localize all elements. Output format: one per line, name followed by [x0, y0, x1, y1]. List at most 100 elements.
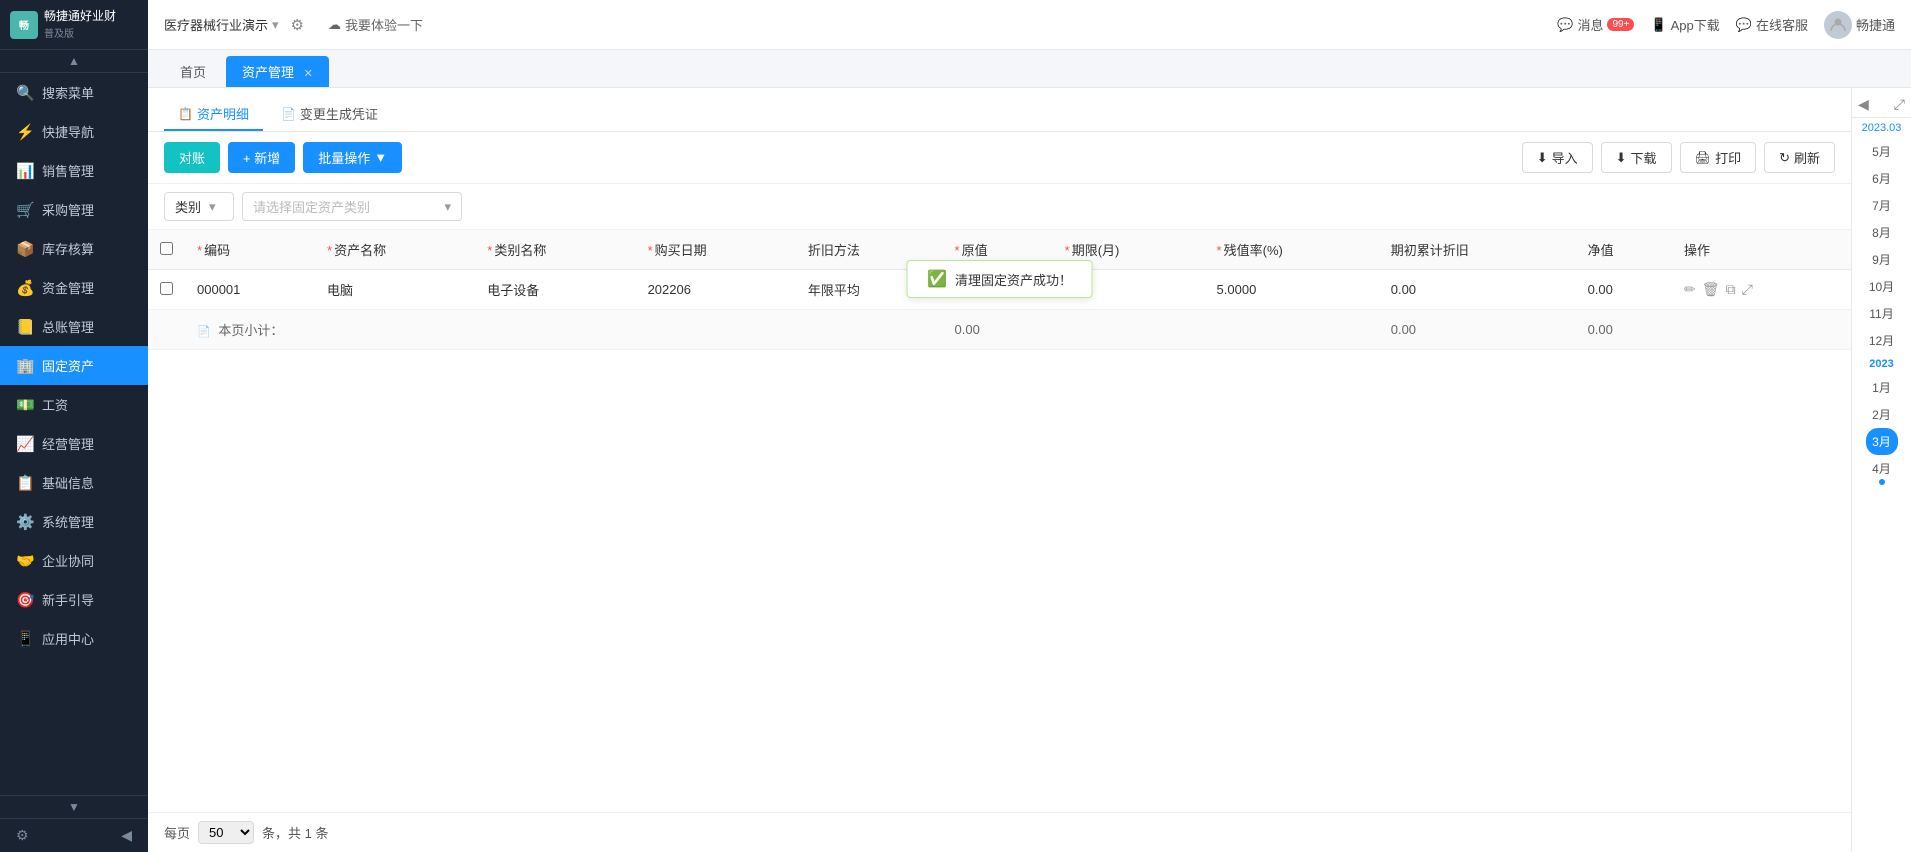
app-download-btn[interactable]: 📱 App下载 [1650, 15, 1719, 34]
subtab-asset-detail[interactable]: 📋 资产明细 [164, 98, 263, 131]
message-btn[interactable]: 💬 消息 99+ [1557, 15, 1634, 34]
sidebar-item-label: 系统管理 [42, 512, 94, 531]
sidebar-item-sales[interactable]: 📊 销售管理 [0, 151, 148, 190]
sidebar-item-fixed-assets[interactable]: 🏢 固定资产 [0, 346, 148, 385]
settings-icon[interactable]: ⚙ [291, 16, 304, 34]
subtabs: 📋 资产明细 📄 变更生成凭证 [148, 88, 1851, 132]
sales-icon: 📊 [16, 162, 34, 180]
row-checkbox[interactable] [160, 282, 173, 295]
subtotal-spacer [148, 310, 185, 350]
refresh-icon: ↻ [1779, 150, 1790, 166]
success-icon: ✅ [927, 269, 947, 289]
subtotal-net: 0.00 [1576, 310, 1672, 350]
cell-purchase-date: 202206 [636, 270, 796, 310]
purchase-icon: 🛒 [16, 201, 34, 219]
sidebar-item-quicknav[interactable]: ⚡ 快捷导航 [0, 112, 148, 151]
panel-expand-icon[interactable]: ⤢ [1894, 96, 1905, 113]
edit-icon[interactable]: ✏ [1684, 281, 1696, 298]
cell-actions: ✏ 🗑 ⧉ ⤢ [1672, 270, 1851, 310]
logo-text: 畅捷通好业财 [44, 9, 116, 25]
month-3-active[interactable]: 3月 [1866, 428, 1898, 455]
sidebar-item-label: 搜索菜单 [42, 83, 94, 102]
sidebar-item-label: 总账管理 [42, 317, 94, 336]
apps-icon: 📱 [16, 630, 34, 648]
month-7[interactable]: 7月 [1852, 192, 1911, 219]
cell-net-value: 0.00 [1576, 270, 1672, 310]
print-button[interactable]: 🖨 打印 [1680, 142, 1757, 173]
month-6[interactable]: 6月 [1852, 165, 1911, 192]
month-12[interactable]: 12月 [1852, 327, 1911, 354]
subtab-change-voucher[interactable]: 📄 变更生成凭证 [267, 98, 392, 131]
copy-icon[interactable]: ⧉ [1726, 281, 1736, 298]
scroll-up-icon[interactable]: ▲ [68, 54, 80, 68]
company-selector[interactable]: 医疗器械行业演示 ▾ [164, 15, 279, 34]
col-net-value: 净值 [1576, 230, 1672, 270]
download-button[interactable]: ⬇ 下载 [1601, 142, 1672, 173]
service-icon: 💬 [1736, 17, 1752, 33]
sidebar-item-capital[interactable]: 💰 资金管理 [0, 268, 148, 307]
month-2[interactable]: 2月 [1852, 401, 1911, 428]
sidebar-item-guide[interactable]: 🎯 新手引导 [0, 580, 148, 619]
refresh-button[interactable]: ↻ 刷新 [1764, 142, 1835, 173]
sidebar-item-collab[interactable]: 🤝 企业协同 [0, 541, 148, 580]
sidebar-item-label: 工资 [42, 395, 68, 414]
experience-btn[interactable]: ☁ 我要体验一下 [328, 15, 423, 34]
tab-home[interactable]: 首页 [164, 56, 222, 87]
per-page-label: 每页 [164, 823, 190, 842]
month-8[interactable]: 8月 [1852, 219, 1911, 246]
sidebar-bottom: ⚙ ◀ [0, 818, 148, 852]
sidebar-item-mgmt[interactable]: 📈 经营管理 [0, 424, 148, 463]
sidebar-item-purchase[interactable]: 🛒 采购管理 [0, 190, 148, 229]
tab-close-icon[interactable]: ✕ [304, 68, 313, 80]
category-filter[interactable]: 类别 ▾ [164, 192, 234, 221]
content: 📋 资产明细 📄 变更生成凭证 对账 + 新增 批量操作 ▼ ⬇ [148, 88, 1911, 852]
sidebar-item-apps[interactable]: 📱 应用中心 [0, 619, 148, 658]
sidebar-item-ledger[interactable]: 📒 总账管理 [0, 307, 148, 346]
tab-asset-mgmt[interactable]: 资产管理 ✕ [226, 56, 329, 87]
month-9[interactable]: 9月 [1852, 246, 1911, 273]
category-value-filter[interactable]: 请选择固定资产类别 ▾ [242, 192, 462, 221]
settings-icon[interactable]: ⚙ [16, 827, 29, 844]
month-11[interactable]: 11月 [1852, 300, 1911, 327]
select-all-header[interactable] [148, 230, 185, 270]
import-button[interactable]: ⬇ 导入 [1522, 142, 1593, 173]
panel-left-icon[interactable]: ◀ [1858, 96, 1869, 113]
success-toast: ✅ 清理固定资产成功！ [906, 260, 1093, 298]
delete-icon[interactable]: 🗑 [1702, 281, 1720, 298]
month-1[interactable]: 1月 [1852, 374, 1911, 401]
inventory-icon: 📦 [16, 240, 34, 258]
sidebar-item-search[interactable]: 🔍 搜索菜单 [0, 73, 148, 112]
more-icon[interactable]: ⤢ [1742, 281, 1753, 298]
month-10[interactable]: 10月 [1852, 273, 1911, 300]
message-icon: 💬 [1557, 17, 1573, 33]
right-panel-header: ◀ ⤢ [1852, 92, 1911, 118]
sidebar-item-label: 基础信息 [42, 473, 94, 492]
sidebar-item-baseinfo[interactable]: 📋 基础信息 [0, 463, 148, 502]
user-info[interactable]: 畅捷通 [1824, 11, 1895, 39]
sidebar-item-inventory[interactable]: 📦 库存核算 [0, 229, 148, 268]
filter-value-dropdown-icon: ▾ [444, 199, 451, 215]
month-5[interactable]: 5月 [1852, 138, 1911, 165]
ledger-icon: 📒 [16, 318, 34, 336]
scroll-down-icon[interactable]: ▼ [68, 800, 80, 814]
sidebar-item-payroll[interactable]: 💵 工资 [0, 385, 148, 424]
per-page-select[interactable]: 50 10 20 100 [198, 821, 254, 844]
col-initial-depreciation: 期初累计折旧 [1379, 230, 1576, 270]
col-name: *资产名称 [315, 230, 475, 270]
select-all-checkbox[interactable] [160, 242, 173, 255]
total-count: 条，共 1 条 [262, 823, 328, 842]
batch-button[interactable]: 批量操作 ▼ [303, 142, 402, 173]
sidebar-item-label: 采购管理 [42, 200, 94, 219]
collapse-icon[interactable]: ◀ [121, 827, 132, 844]
new-button[interactable]: + 新增 [228, 142, 295, 173]
subtotal-residual [1205, 310, 1379, 350]
row-checkbox-cell[interactable] [148, 270, 185, 310]
subtotal-actions [1672, 310, 1851, 350]
online-service-btn[interactable]: 💬 在线客服 [1736, 15, 1808, 34]
reconcile-button[interactable]: 对账 [164, 142, 220, 173]
sidebar-item-label: 销售管理 [42, 161, 94, 180]
sidebar-item-sys[interactable]: ⚙️ 系统管理 [0, 502, 148, 541]
batch-dropdown-icon: ▼ [374, 150, 387, 165]
filter-dropdown-icon: ▾ [209, 199, 216, 215]
month-4[interactable]: 4月 [1852, 455, 1911, 492]
